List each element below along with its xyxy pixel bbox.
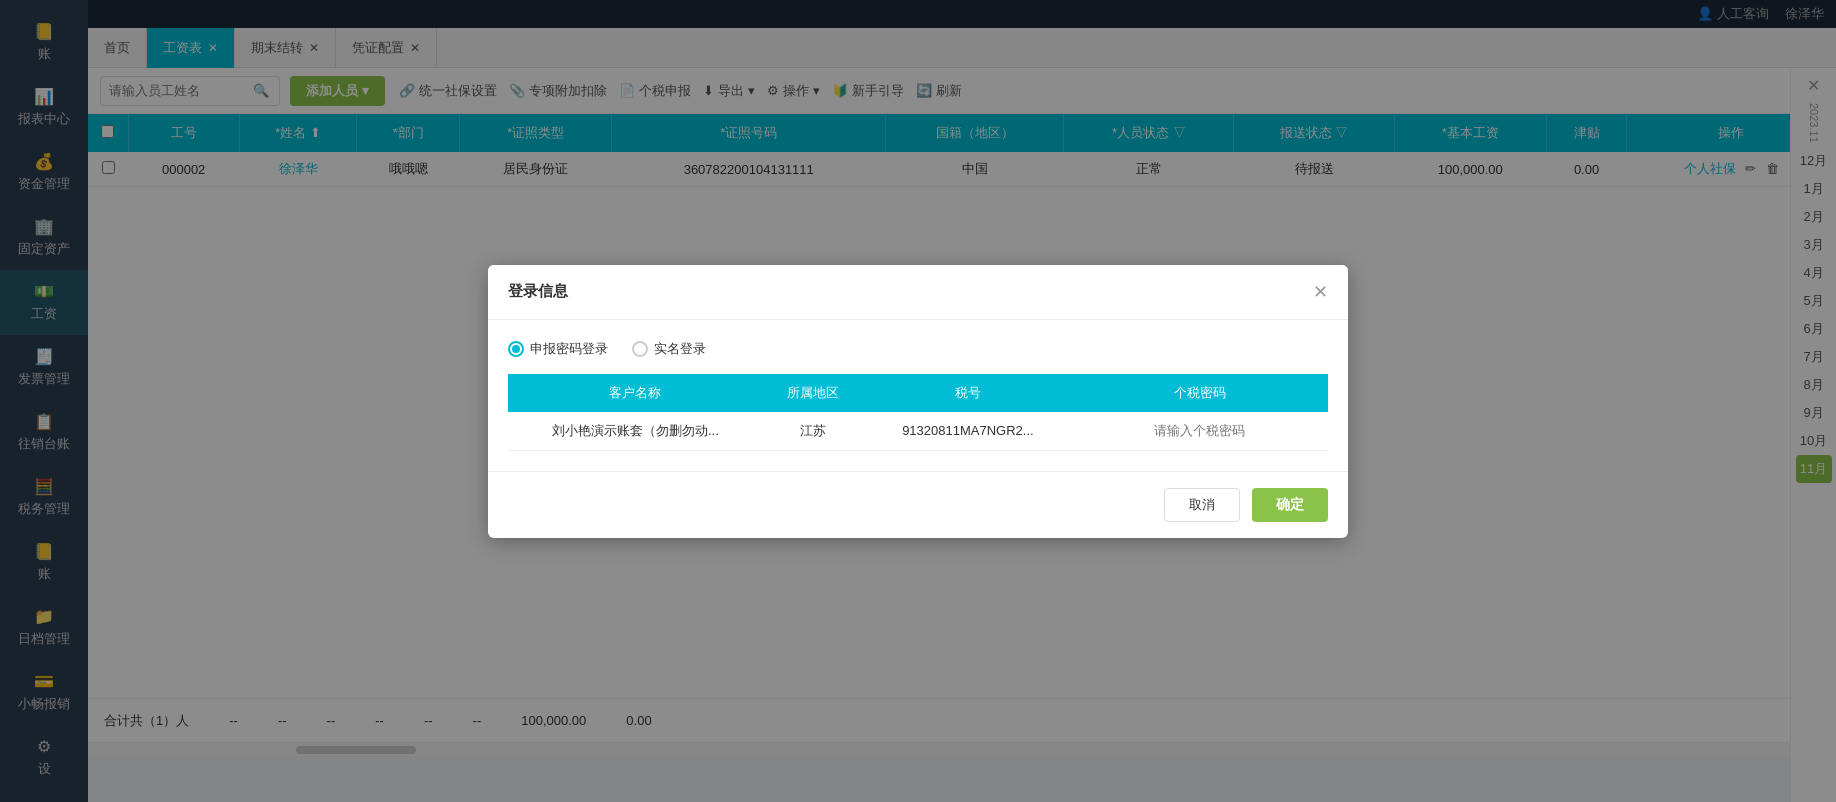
- dialog-row-password-cell: [1072, 412, 1328, 451]
- dialog-row-customer: 刘小艳演示账套（勿删勿动...: [508, 412, 763, 451]
- dialog-header: 登录信息 ✕: [488, 265, 1348, 320]
- dialog-table: 客户名称 所属地区 税号 个税密码 刘小艳演示账套（勿删勿动... 江苏 913…: [508, 374, 1328, 451]
- dialog-table-row: 刘小艳演示账套（勿删勿动... 江苏 91320811MA7NGR2...: [508, 412, 1328, 451]
- radio-password-login[interactable]: 申报密码登录: [508, 340, 608, 358]
- dialog-th-password: 个税密码: [1072, 374, 1328, 412]
- dialog-th-region: 所属地区: [763, 374, 864, 412]
- radio-realname-login[interactable]: 实名登录: [632, 340, 706, 358]
- radio-password-label: 申报密码登录: [530, 340, 608, 358]
- tax-password-input[interactable]: [1084, 423, 1316, 438]
- radio-realname-label: 实名登录: [654, 340, 706, 358]
- radio-realname-circle: [632, 341, 648, 357]
- dialog-body: 申报密码登录 实名登录 客户名称 所属地区 税号 个税密码: [488, 320, 1348, 471]
- radio-password-circle: [508, 341, 524, 357]
- radio-group: 申报密码登录 实名登录: [508, 340, 1328, 358]
- dialog-th-taxno: 税号: [864, 374, 1072, 412]
- dialog-close-button[interactable]: ✕: [1313, 281, 1328, 303]
- overlay: 登录信息 ✕ 申报密码登录 实名登录 客户名称 所属地区: [0, 0, 1836, 802]
- dialog-title: 登录信息: [508, 282, 568, 301]
- confirm-button[interactable]: 确定: [1252, 488, 1328, 522]
- dialog-footer: 取消 确定: [488, 471, 1348, 538]
- login-dialog: 登录信息 ✕ 申报密码登录 实名登录 客户名称 所属地区: [488, 265, 1348, 538]
- dialog-row-region: 江苏: [763, 412, 864, 451]
- dialog-row-taxno: 91320811MA7NGR2...: [864, 412, 1072, 451]
- cancel-button[interactable]: 取消: [1164, 488, 1240, 522]
- dialog-th-customer: 客户名称: [508, 374, 763, 412]
